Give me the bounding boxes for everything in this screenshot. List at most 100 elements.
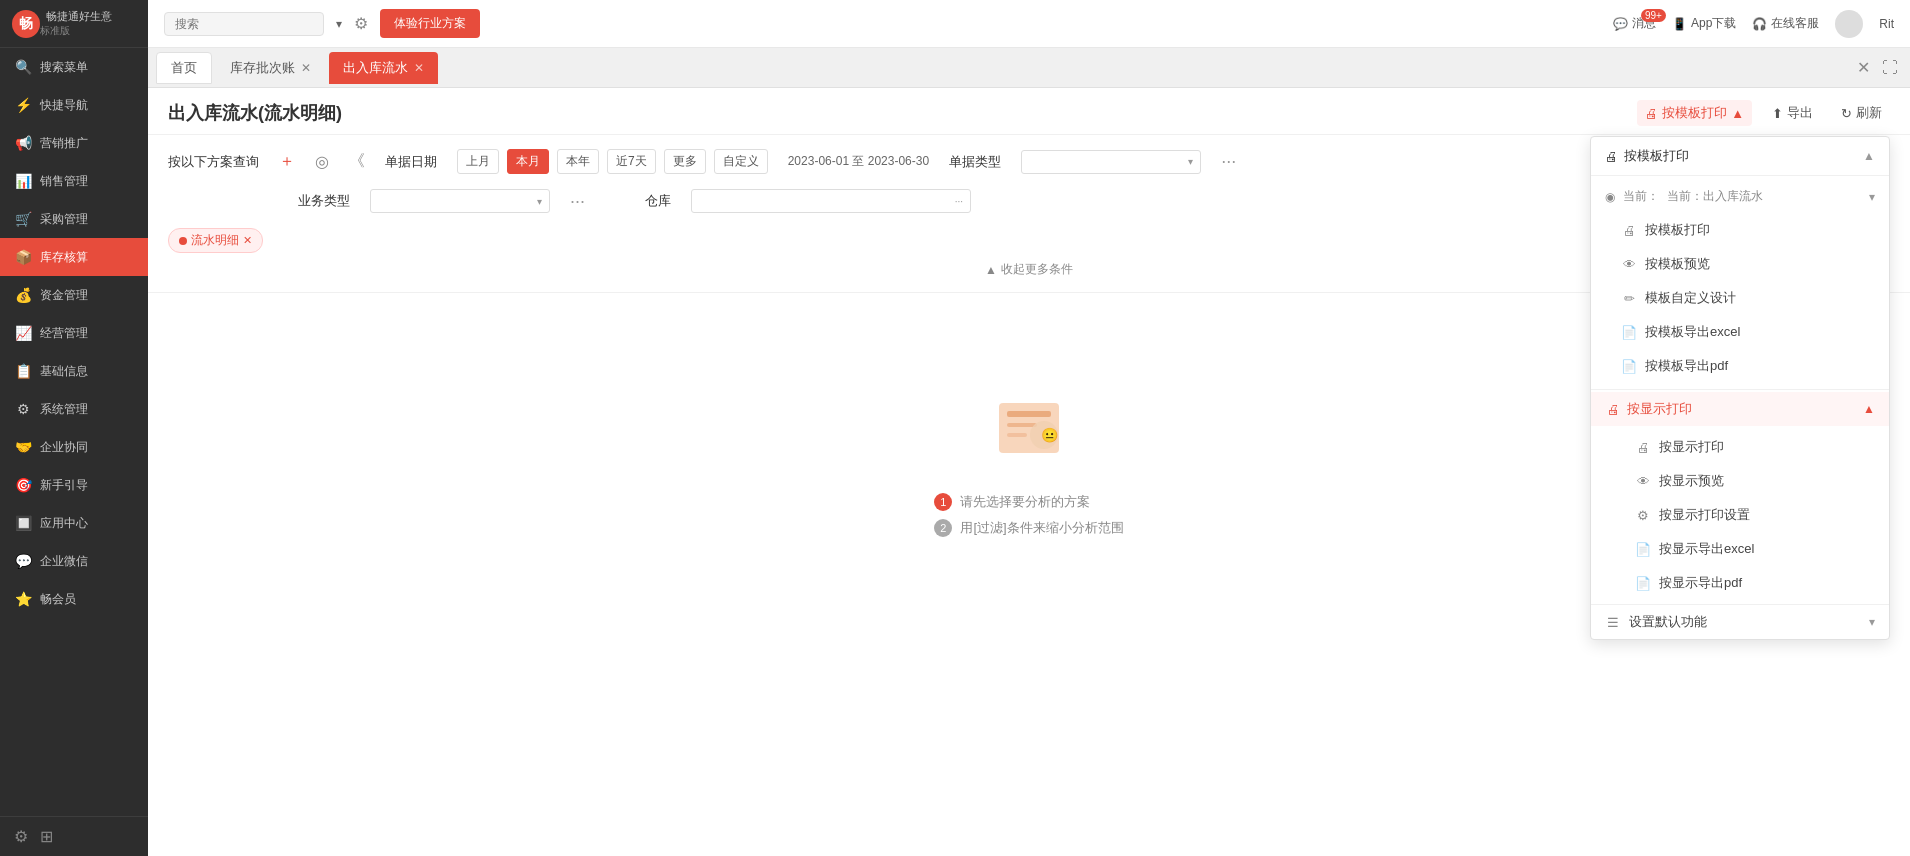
sidebar-item-purchase[interactable]: 🛒 采购管理 (0, 200, 148, 238)
sidebar-item-label-purchase: 采购管理 (40, 211, 88, 228)
voucher-type-more[interactable]: ··· (1221, 151, 1236, 172)
tab-flow[interactable]: 出入库流水 ✕ (329, 52, 438, 84)
print-template-label: 按模板打印 (1662, 104, 1727, 122)
refresh-button[interactable]: ↻ 刷新 (1833, 100, 1890, 126)
message-button[interactable]: 💬 消息 99+ (1613, 15, 1656, 32)
username[interactable]: Rit (1879, 17, 1894, 31)
dp-footer[interactable]: ☰ 设置默认功能 ▾ (1591, 604, 1889, 639)
dp-display-excel[interactable]: 📄 按显示导出excel (1591, 532, 1889, 566)
logo-text-block: 畅捷通好生意 标准版 (40, 9, 112, 37)
dp-footer-icon: ☰ (1605, 614, 1621, 630)
sidebar-item-nav[interactable]: ⚡ 快捷导航 (0, 86, 148, 124)
dp-display-pdf[interactable]: 📄 按显示导出pdf (1591, 566, 1889, 600)
service-button[interactable]: 🎧 在线客服 (1752, 15, 1819, 32)
filter-settings-button[interactable]: ◎ (315, 152, 329, 171)
sidebar-item-marketing[interactable]: 📢 营销推广 (0, 124, 148, 162)
dp-template-pdf[interactable]: 📄 按模板导出pdf (1591, 349, 1889, 383)
app-icon: 📱 (1672, 17, 1687, 31)
sidebar-item-label: 搜索菜单 (40, 59, 88, 76)
dp-current-indicator: ◉ 当前： 当前：出入库流水 ▾ (1591, 180, 1889, 213)
trial-button[interactable]: 体验行业方案 (380, 9, 480, 38)
search-input[interactable] (164, 12, 324, 36)
sidebar: 畅 畅捷通好生意 标准版 🔍 搜索菜单 ⚡ 快捷导航 📢 营销推广 📊 销售管理… (0, 0, 148, 856)
business-type-more[interactable]: ··· (570, 191, 585, 212)
collapse-label: 收起更多条件 (1001, 261, 1073, 278)
sidebar-item-label-marketing: 营销推广 (40, 135, 88, 152)
dp-template-preview[interactable]: 👁 按模板预览 (1591, 247, 1889, 281)
tab-close-all-icon[interactable]: ✕ (1853, 54, 1874, 81)
collapse-more-button[interactable]: ▲ 收起更多条件 (985, 261, 1073, 278)
tab-expand-icon[interactable]: ⛶ (1878, 55, 1902, 81)
dp-divider (1591, 389, 1889, 390)
dp-display-preview-icon: 👁 (1635, 473, 1651, 489)
voucher-type-select[interactable] (1021, 150, 1201, 174)
date-filter-label: 单据日期 (385, 153, 437, 171)
app-download-button[interactable]: 📱 App下载 (1672, 15, 1736, 32)
sidebar-item-basic[interactable]: 📋 基础信息 (0, 352, 148, 390)
voucher-type-select-wrapper: ▾ (1021, 150, 1201, 174)
dp-template-print-label: 按模板打印 (1645, 221, 1710, 239)
finance-icon: 💰 (14, 286, 32, 304)
dp-display-pdf-icon: 📄 (1635, 575, 1651, 591)
date-btn-custom[interactable]: 自定义 (714, 149, 768, 174)
sidebar-item-label-finance: 资金管理 (40, 287, 88, 304)
sidebar-item-system[interactable]: ⚙ 系统管理 (0, 390, 148, 428)
business-type-select[interactable] (370, 189, 550, 213)
warehouse-select-wrapper: ··· (691, 189, 971, 213)
dp-display-preview[interactable]: 👁 按显示预览 (1591, 464, 1889, 498)
collapse-icon[interactable]: ⊞ (40, 827, 53, 846)
dp-header-label: 按模板打印 (1624, 147, 1689, 165)
tab-batch-close[interactable]: ✕ (301, 61, 311, 75)
dp-template-print[interactable]: 🖨 按模板打印 (1591, 213, 1889, 247)
sidebar-item-collab[interactable]: 🤝 企业协同 (0, 428, 148, 466)
date-btn-this-month[interactable]: 本月 (507, 149, 549, 174)
warehouse-select[interactable] (691, 189, 971, 213)
sidebar-item-member[interactable]: ⭐ 畅会员 (0, 580, 148, 618)
refresh-icon: ↻ (1841, 106, 1852, 121)
tag-close-icon[interactable]: ✕ (243, 234, 252, 247)
date-filter: 上月 本月 本年 近7天 更多 自定义 (457, 149, 768, 174)
dp-display-excel-label: 按显示导出excel (1659, 540, 1754, 558)
dp-display-section-header[interactable]: 🖨 按显示打印 ▲ (1591, 392, 1889, 426)
sidebar-item-finance[interactable]: 💰 资金管理 (0, 276, 148, 314)
dp-display-print-settings[interactable]: ⚙ 按显示打印设置 (1591, 498, 1889, 532)
dp-display-section: 🖨 按显示打印 👁 按显示预览 ⚙ 按显示打印设置 📄 (1591, 426, 1889, 604)
sidebar-item-label-nav: 快捷导航 (40, 97, 88, 114)
tab-batch[interactable]: 库存批次账 ✕ (216, 52, 325, 84)
print-template-button[interactable]: 🖨 按模板打印 ▲ (1637, 100, 1752, 126)
tag-dot (179, 237, 187, 245)
sidebar-item-guide[interactable]: 🎯 新手引导 (0, 466, 148, 504)
topbar-gear-icon[interactable]: ⚙ (354, 14, 368, 33)
basic-icon: 📋 (14, 362, 32, 380)
sidebar-item-operation[interactable]: 📈 经营管理 (0, 314, 148, 352)
sidebar-item-sales[interactable]: 📊 销售管理 (0, 162, 148, 200)
topbar-dropdown-icon[interactable]: ▾ (336, 17, 342, 31)
export-button[interactable]: ⬆ 导出 (1764, 100, 1821, 126)
avatar[interactable] (1835, 10, 1863, 38)
tab-flow-label: 出入库流水 (343, 59, 408, 77)
sidebar-item-search[interactable]: 🔍 搜索菜单 (0, 48, 148, 86)
date-btn-7days[interactable]: 近7天 (607, 149, 656, 174)
date-btn-this-year[interactable]: 本年 (557, 149, 599, 174)
topbar: ▾ ⚙ 体验行业方案 💬 消息 99+ 📱 App下载 🎧 在线客服 Rit (148, 0, 1910, 48)
sidebar-item-wechat[interactable]: 💬 企业微信 (0, 542, 148, 580)
filter-scheme-label: 按以下方案查询 (168, 153, 259, 171)
filter-collapse-button[interactable]: 《 (349, 151, 365, 172)
date-btn-last-month[interactable]: 上月 (457, 149, 499, 174)
export-icon: ⬆ (1772, 106, 1783, 121)
sidebar-item-label-basic: 基础信息 (40, 363, 88, 380)
step-2-text: 用[过滤]条件来缩小分析范围 (960, 519, 1123, 537)
filter-tag[interactable]: 流水明细 ✕ (168, 228, 263, 253)
dp-template-excel[interactable]: 📄 按模板导出excel (1591, 315, 1889, 349)
tab-flow-close[interactable]: ✕ (414, 61, 424, 75)
sidebar-item-inventory[interactable]: 📦 库存核算 (0, 238, 148, 276)
dp-display-print-label: 按显示打印 (1659, 438, 1724, 456)
date-btn-more[interactable]: 更多 (664, 149, 706, 174)
sidebar-item-apps[interactable]: 🔲 应用中心 (0, 504, 148, 542)
dp-display-print[interactable]: 🖨 按显示打印 (1591, 430, 1889, 464)
tab-home[interactable]: 首页 (156, 52, 212, 84)
dp-template-custom[interactable]: ✏ 模板自定义设计 (1591, 281, 1889, 315)
settings-icon[interactable]: ⚙ (14, 827, 28, 846)
filter-add-button[interactable]: ＋ (279, 151, 295, 172)
marketing-icon: 📢 (14, 134, 32, 152)
